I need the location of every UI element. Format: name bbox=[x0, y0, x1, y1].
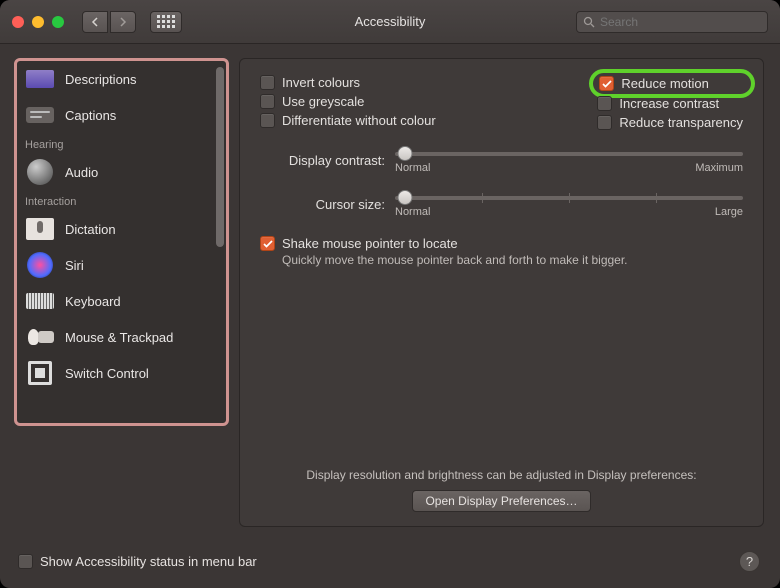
slider-min-label: Normal bbox=[395, 206, 430, 218]
invert-colours-checkbox[interactable]: Invert colours bbox=[260, 75, 569, 90]
window-footer: Show Accessibility status in menu bar ? bbox=[0, 541, 780, 588]
sidebar-item-switch-control[interactable]: Switch Control bbox=[17, 355, 226, 391]
sidebar-item-label: Audio bbox=[65, 165, 98, 180]
siri-icon bbox=[27, 252, 53, 278]
checkbox-label: Show Accessibility status in menu bar bbox=[40, 554, 257, 569]
checkbox-label: Reduce transparency bbox=[619, 115, 743, 130]
slider-min-label: Normal bbox=[395, 162, 430, 174]
zoom-button[interactable] bbox=[52, 16, 64, 28]
search-field[interactable] bbox=[576, 11, 768, 33]
differentiate-colour-checkbox[interactable]: Differentiate without colour bbox=[260, 113, 569, 128]
display-contrast-slider[interactable] bbox=[395, 152, 743, 156]
sidebar-item-captions[interactable]: Captions bbox=[17, 97, 226, 133]
checkbox-icon bbox=[597, 115, 612, 130]
checkbox-icon bbox=[597, 96, 612, 111]
search-icon bbox=[583, 16, 595, 28]
mouse-trackpad-icon bbox=[26, 327, 54, 347]
sidebar-item-audio[interactable]: Audio bbox=[17, 154, 226, 190]
sidebar-group-interaction: Interaction bbox=[17, 190, 226, 211]
checkbox-icon bbox=[260, 236, 275, 251]
question-icon: ? bbox=[746, 554, 753, 569]
use-greyscale-checkbox[interactable]: Use greyscale bbox=[260, 94, 569, 109]
slider-thumb[interactable] bbox=[398, 146, 413, 161]
switch-control-icon bbox=[28, 361, 52, 385]
checkbox-label: Reduce motion bbox=[621, 76, 708, 91]
sidebar-item-label: Mouse & Trackpad bbox=[65, 330, 173, 345]
checkbox-label: Shake mouse pointer to locate bbox=[282, 236, 458, 251]
help-button[interactable]: ? bbox=[739, 551, 760, 572]
sidebar-item-keyboard[interactable]: Keyboard bbox=[17, 283, 226, 319]
checkbox-icon bbox=[260, 113, 275, 128]
sidebar-item-label: Keyboard bbox=[65, 294, 121, 309]
sidebar-scrollbar[interactable] bbox=[216, 67, 224, 417]
sidebar-item-descriptions[interactable]: Descriptions bbox=[17, 61, 226, 97]
display-contrast-label: Display contrast: bbox=[260, 153, 395, 168]
chevron-right-icon bbox=[119, 17, 127, 27]
display-prefs-note: Display resolution and brightness can be… bbox=[260, 468, 743, 482]
shake-mouse-checkbox[interactable]: Shake mouse pointer to locate bbox=[260, 236, 743, 251]
reduce-transparency-checkbox[interactable]: Reduce transparency bbox=[597, 115, 743, 130]
sidebar-item-siri[interactable]: Siri bbox=[17, 247, 226, 283]
titlebar: Accessibility bbox=[0, 0, 780, 44]
grid-icon bbox=[157, 15, 175, 28]
window-body: Descriptions Captions Hearing Audio Inte… bbox=[0, 44, 780, 541]
window-controls bbox=[12, 16, 64, 28]
scrollbar-thumb[interactable] bbox=[216, 67, 224, 247]
microphone-icon bbox=[26, 218, 54, 240]
minimize-button[interactable] bbox=[32, 16, 44, 28]
close-button[interactable] bbox=[12, 16, 24, 28]
forward-button[interactable] bbox=[110, 11, 136, 33]
accessibility-preferences-window: Accessibility Descriptions Captions Hear… bbox=[0, 0, 780, 588]
descriptions-icon bbox=[26, 70, 54, 88]
checkbox-icon bbox=[599, 76, 614, 91]
show-all-button[interactable] bbox=[150, 11, 182, 33]
checkbox-label: Use greyscale bbox=[282, 94, 364, 109]
slider-thumb[interactable] bbox=[398, 190, 413, 205]
sidebar-item-mouse-trackpad[interactable]: Mouse & Trackpad bbox=[17, 319, 226, 355]
search-input[interactable] bbox=[600, 15, 761, 29]
checkbox-label: Differentiate without colour bbox=[282, 113, 436, 128]
checkbox-icon bbox=[18, 554, 33, 569]
reduce-motion-checkbox[interactable]: Reduce motion bbox=[589, 69, 755, 98]
increase-contrast-checkbox[interactable]: Increase contrast bbox=[597, 96, 743, 111]
captions-icon bbox=[26, 107, 54, 123]
open-display-preferences-button[interactable]: Open Display Preferences… bbox=[412, 490, 590, 512]
checkbox-label: Increase contrast bbox=[619, 96, 719, 111]
category-sidebar: Descriptions Captions Hearing Audio Inte… bbox=[14, 58, 229, 426]
chevron-left-icon bbox=[91, 17, 99, 27]
slider-max-label: Maximum bbox=[695, 162, 743, 174]
show-status-menubar-checkbox[interactable]: Show Accessibility status in menu bar bbox=[18, 554, 257, 569]
sidebar-item-label: Dictation bbox=[65, 222, 116, 237]
shake-mouse-description: Quickly move the mouse pointer back and … bbox=[282, 253, 743, 267]
cursor-size-slider[interactable] bbox=[395, 196, 743, 200]
sidebar-item-label: Descriptions bbox=[65, 72, 137, 87]
checkbox-icon bbox=[260, 75, 275, 90]
checkbox-label: Invert colours bbox=[282, 75, 360, 90]
nav-buttons bbox=[82, 11, 136, 33]
slider-max-label: Large bbox=[715, 206, 743, 218]
back-button[interactable] bbox=[82, 11, 108, 33]
sidebar-item-label: Captions bbox=[65, 108, 116, 123]
keyboard-icon bbox=[26, 293, 54, 309]
cursor-size-label: Cursor size: bbox=[260, 197, 395, 212]
sidebar-group-hearing: Hearing bbox=[17, 133, 226, 154]
sidebar-item-label: Switch Control bbox=[65, 366, 149, 381]
sidebar-item-label: Siri bbox=[65, 258, 84, 273]
sidebar-item-dictation[interactable]: Dictation bbox=[17, 211, 226, 247]
speaker-icon bbox=[27, 159, 53, 185]
settings-pane: Invert colours Use greyscale Differentia… bbox=[239, 58, 764, 527]
checkbox-icon bbox=[260, 94, 275, 109]
